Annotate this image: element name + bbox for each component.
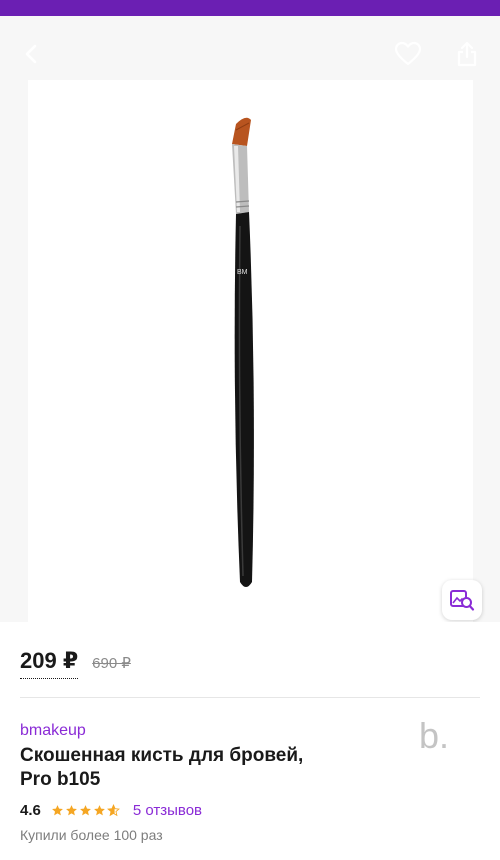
image-search-icon bbox=[450, 590, 475, 611]
share-button[interactable] bbox=[449, 36, 485, 72]
back-arrow-icon bbox=[25, 44, 37, 64]
current-price[interactable]: 209 ₽ bbox=[20, 648, 79, 679]
star-icon bbox=[51, 805, 63, 816]
star-icon bbox=[93, 805, 105, 816]
product-title-line-1: Скошенная кисть для бровей, bbox=[20, 745, 304, 766]
star-half-icon bbox=[106, 804, 120, 817]
divider bbox=[20, 697, 480, 698]
brand-logo[interactable]: b. bbox=[414, 716, 454, 756]
price-section: 209 ₽ 690 ₽ bbox=[20, 648, 480, 679]
rating-row[interactable]: 4.6 5 отзывов bbox=[20, 802, 390, 819]
favorite-button[interactable] bbox=[390, 36, 426, 72]
product-title-line-2: Pro b105 bbox=[20, 769, 101, 790]
status-bar bbox=[0, 0, 500, 16]
brush-imprint: BM bbox=[237, 269, 248, 276]
search-by-image-button[interactable] bbox=[442, 580, 482, 620]
reviews-link[interactable]: 5 отзывов bbox=[133, 802, 202, 819]
product-info: bmakeup Скошенная кисть для бровей, Pro … bbox=[20, 722, 390, 843]
star-icon bbox=[65, 805, 77, 816]
old-price: 690 ₽ bbox=[92, 655, 131, 672]
brand-link[interactable]: bmakeup bbox=[20, 722, 390, 740]
product-title: Скошенная кисть для бровей, Pro b105 bbox=[20, 744, 390, 792]
share-icon bbox=[457, 41, 477, 67]
product-image-gallery[interactable]: BM bbox=[0, 16, 500, 622]
product-image: BM bbox=[232, 117, 254, 587]
star-icon bbox=[79, 805, 91, 816]
back-button[interactable] bbox=[14, 36, 50, 72]
rating-stars bbox=[51, 804, 121, 817]
purchase-count: Купили более 100 раз bbox=[20, 827, 163, 843]
heart-icon bbox=[394, 41, 422, 66]
rating-value: 4.6 bbox=[20, 802, 41, 819]
